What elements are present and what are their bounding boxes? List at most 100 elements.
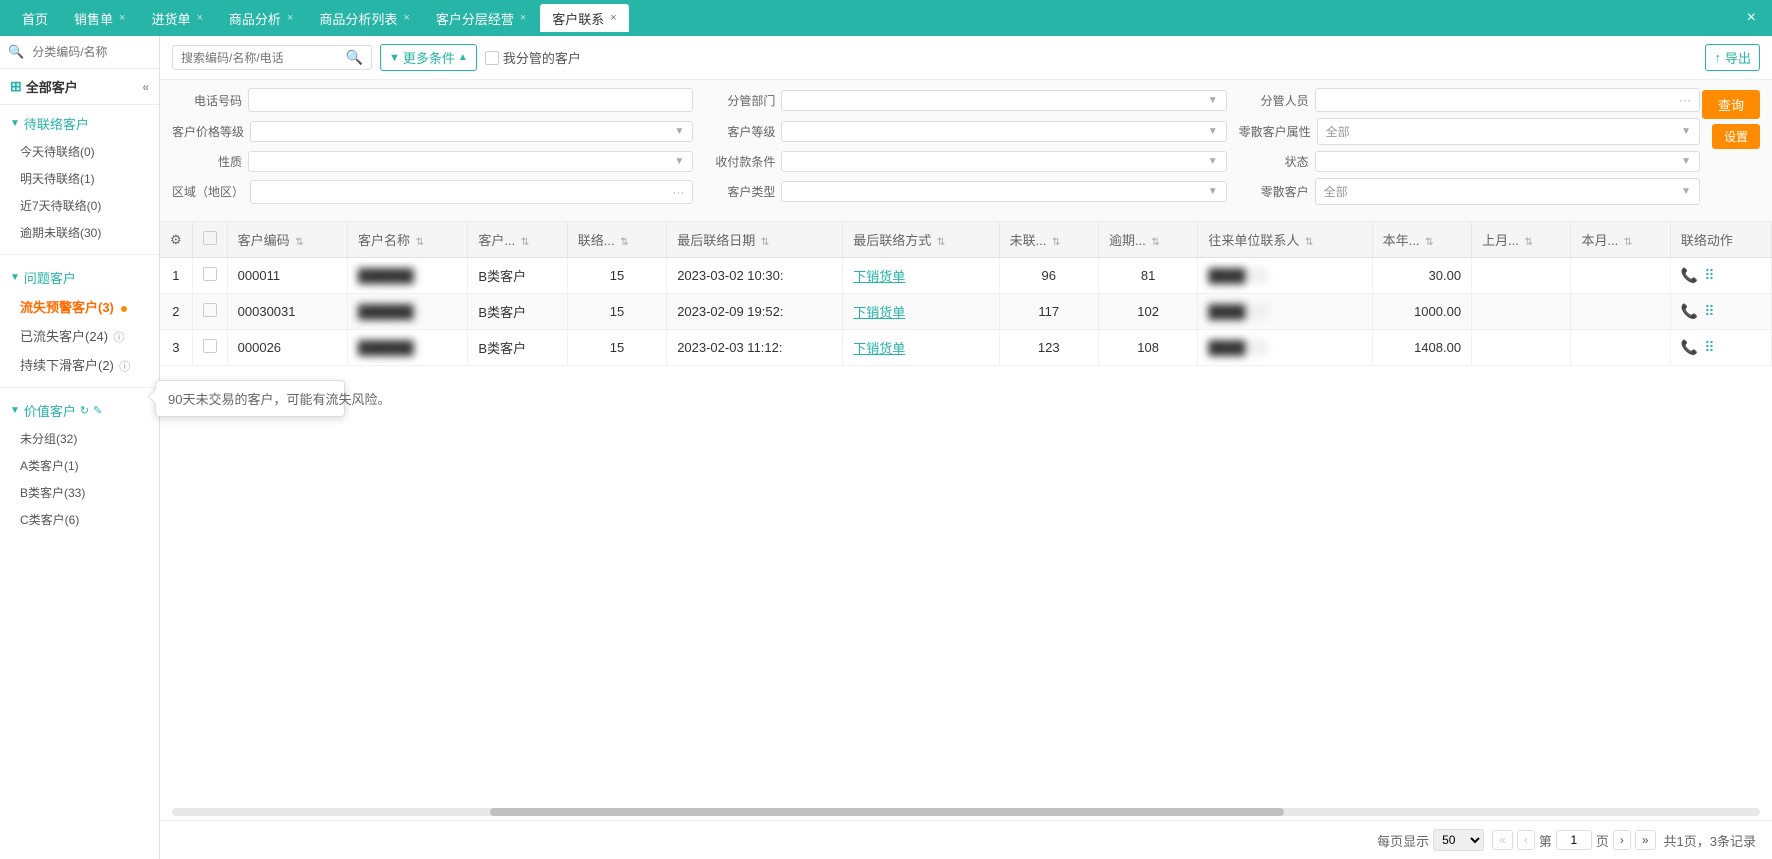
sidebar-item-overdue[interactable]: 逾期未联络(30): [0, 219, 159, 246]
phone-icon-1[interactable]: 📞: [1681, 267, 1698, 284]
td-check-1[interactable]: [192, 258, 227, 294]
close-purchase-tab[interactable]: ×: [196, 12, 202, 24]
prev-page-button[interactable]: ‹: [1517, 830, 1535, 850]
th-checkbox[interactable]: [192, 222, 227, 258]
row-checkbox-3[interactable]: [203, 339, 217, 353]
td-last-method-3[interactable]: 下销货单: [843, 330, 999, 366]
td-last-month-1: [1472, 258, 1571, 294]
sidebar-item-churned[interactable]: 已流失客户(24) ⓘ: [0, 321, 159, 350]
sidebar-search-input[interactable]: [28, 45, 151, 59]
sidebar-collapse-icon[interactable]: «: [142, 80, 149, 94]
select-nature[interactable]: ▼: [248, 151, 693, 172]
close-analysis-list-tab[interactable]: ×: [403, 12, 409, 24]
query-button[interactable]: 查询: [1702, 90, 1760, 119]
sidebar-item-tomorrow[interactable]: 明天待联络(1): [0, 165, 159, 192]
td-check-3[interactable]: [192, 330, 227, 366]
first-page-button[interactable]: «: [1492, 830, 1513, 850]
td-check-2[interactable]: [192, 294, 227, 330]
input-phone[interactable]: [248, 88, 693, 112]
td-contact-3: 15: [567, 330, 666, 366]
nav-home[interactable]: 首页: [8, 9, 62, 28]
sort-contact-icon[interactable]: ⇅: [620, 237, 628, 248]
h-scrollbar[interactable]: [172, 808, 1760, 816]
nav-tab-purchase[interactable]: 进货单 ×: [139, 4, 214, 32]
dots-person[interactable]: ···: [1679, 93, 1691, 107]
more-conditions-btn[interactable]: ▼ 更多条件 ▲: [380, 44, 477, 71]
sidebar-item-b-class[interactable]: B类客户(33): [0, 479, 159, 506]
search-button[interactable]: 🔍: [346, 49, 363, 66]
nav-tab-customer-tier[interactable]: 客户分层经营 ×: [424, 4, 538, 32]
nav-tab-analysis-list[interactable]: 商品分析列表 ×: [307, 4, 421, 32]
td-last-method-1[interactable]: 下销货单: [843, 258, 999, 294]
window-close-button[interactable]: ×: [1739, 9, 1764, 27]
gear-icon[interactable]: ⚙: [170, 232, 182, 247]
dots-region[interactable]: ···: [672, 185, 684, 199]
menu-icon-1[interactable]: ⠿: [1704, 267, 1714, 284]
export-button[interactable]: ↑ 导出: [1705, 44, 1760, 71]
search-input[interactable]: [181, 51, 346, 65]
customer-name-2: ██████: [358, 304, 418, 319]
sort-type-icon[interactable]: ⇅: [521, 237, 529, 248]
close-analysis-tab[interactable]: ×: [287, 12, 293, 24]
nav-tab-analysis[interactable]: 商品分析 ×: [217, 4, 305, 32]
select-retail-attr[interactable]: 全部 ▼: [1317, 118, 1700, 145]
last-page-button[interactable]: »: [1635, 830, 1656, 850]
th-last-method-label: 最后联络方式: [853, 233, 931, 248]
sidebar-item-c-class[interactable]: C类客户(6): [0, 506, 159, 533]
h-scrollbar-thumb[interactable]: [490, 808, 1284, 816]
sidebar-item-churn-warning[interactable]: 流失预警客户(3): [0, 292, 159, 321]
sort-not-contact-icon[interactable]: ⇅: [1052, 237, 1060, 248]
adv-row-nature: 性质 ▼: [172, 151, 693, 172]
declining-label: 持续下滑客户(2): [20, 358, 114, 373]
row-checkbox-1[interactable]: [203, 267, 217, 281]
select-region[interactable]: ···: [250, 180, 693, 204]
nav-tab-sales[interactable]: 销售单 ×: [62, 4, 137, 32]
select-retail-cust[interactable]: 全部 ▼: [1315, 178, 1700, 205]
settings-button[interactable]: 设置: [1712, 124, 1760, 149]
sort-last-month-icon[interactable]: ⇅: [1525, 237, 1533, 248]
select-price-level[interactable]: ▼: [250, 121, 693, 142]
sort-name-icon[interactable]: ⇅: [416, 237, 424, 248]
checkbox-my-customers[interactable]: [485, 51, 499, 65]
select-cust-type[interactable]: ▼: [781, 181, 1226, 202]
phone-icon-2[interactable]: 📞: [1681, 303, 1698, 320]
per-page-select[interactable]: 50 100 200: [1433, 829, 1484, 851]
refresh-icon[interactable]: ↻: [80, 404, 89, 417]
sidebar-item-7days[interactable]: 近7天待联络(0): [0, 192, 159, 219]
select-status[interactable]: ▼: [1315, 151, 1700, 172]
select-cust-level[interactable]: ▼: [781, 121, 1226, 142]
nav-tab-customer-contact[interactable]: 客户联系 ×: [540, 4, 628, 32]
select-payment[interactable]: ▼: [781, 151, 1226, 172]
sidebar-group-problem-header[interactable]: ▼ 问题客户: [0, 263, 159, 292]
sort-this-month-icon[interactable]: ⇅: [1624, 237, 1632, 248]
sort-code-icon[interactable]: ⇅: [295, 237, 303, 248]
sort-this-year-icon[interactable]: ⇅: [1425, 237, 1433, 248]
sidebar-item-a-class[interactable]: A类客户(1): [0, 452, 159, 479]
row-checkbox-2[interactable]: [203, 303, 217, 317]
edit-icon[interactable]: ✎: [93, 404, 102, 417]
select-dept[interactable]: ▼: [781, 90, 1226, 111]
close-customer-contact-tab[interactable]: ×: [610, 12, 616, 24]
sidebar-item-today[interactable]: 今天待联络(0): [0, 138, 159, 165]
sidebar-item-ungrouped[interactable]: 未分组(32): [0, 425, 159, 452]
th-gear[interactable]: ⚙: [160, 222, 192, 258]
sort-contact-person-icon[interactable]: ⇅: [1305, 237, 1313, 248]
sort-last-date-icon[interactable]: ⇅: [761, 237, 769, 248]
phone-icon-3[interactable]: 📞: [1681, 339, 1698, 356]
close-sales-tab[interactable]: ×: [119, 12, 125, 24]
select-person[interactable]: ···: [1315, 88, 1700, 112]
sort-last-method-icon[interactable]: ⇅: [937, 237, 945, 248]
my-customers-toggle[interactable]: 我分管的客户: [485, 48, 581, 67]
page-number-input[interactable]: [1556, 830, 1592, 850]
per-page-label: 每页显示: [1377, 831, 1429, 850]
next-page-button[interactable]: ›: [1613, 830, 1631, 850]
menu-icon-3[interactable]: ⠿: [1704, 339, 1714, 356]
header-checkbox[interactable]: [203, 231, 217, 245]
sidebar-item-declining[interactable]: 持续下滑客户(2) ⓘ: [0, 350, 159, 379]
menu-icon-2[interactable]: ⠿: [1704, 303, 1714, 320]
sidebar-group-pending-header[interactable]: ▼ 待联络客户: [0, 109, 159, 138]
sort-overdue-icon[interactable]: ⇅: [1151, 237, 1159, 248]
td-last-method-2[interactable]: 下销货单: [843, 294, 999, 330]
sidebar-group-value-header[interactable]: ▼ 价值客户 ↻ ✎: [0, 396, 159, 425]
close-customer-tier-tab[interactable]: ×: [520, 12, 526, 24]
